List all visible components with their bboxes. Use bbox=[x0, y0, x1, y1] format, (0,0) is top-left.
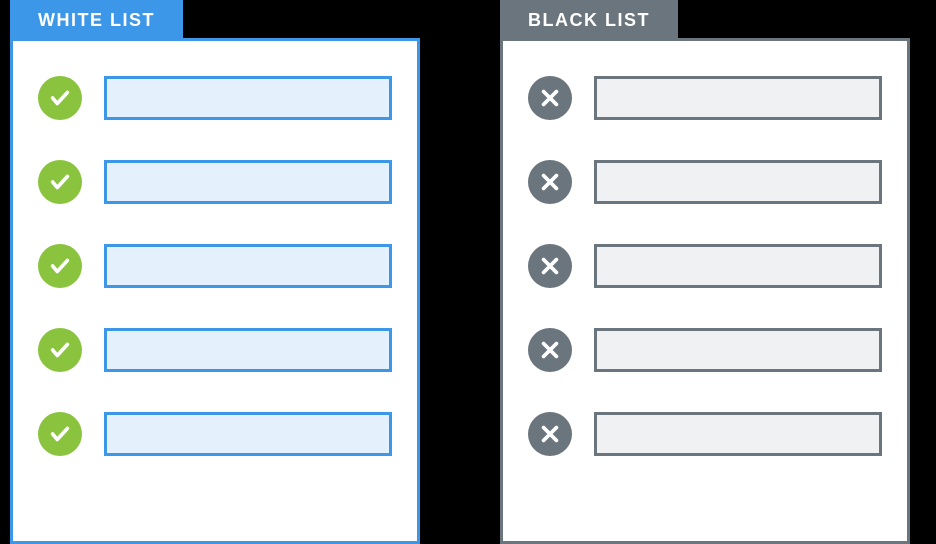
black-list-tab: BLACK LIST bbox=[500, 0, 678, 41]
list-item bbox=[38, 328, 392, 372]
cross-icon bbox=[528, 76, 572, 120]
black-list-card bbox=[500, 38, 910, 544]
list-item bbox=[528, 160, 882, 204]
white-list-panel: WHITE LIST bbox=[10, 0, 420, 544]
entry-slot bbox=[594, 244, 882, 288]
list-item bbox=[528, 412, 882, 456]
cross-icon bbox=[528, 412, 572, 456]
check-icon bbox=[38, 328, 82, 372]
list-item bbox=[528, 244, 882, 288]
list-item bbox=[38, 160, 392, 204]
black-list-title: BLACK LIST bbox=[528, 10, 650, 30]
check-icon bbox=[38, 244, 82, 288]
check-icon bbox=[38, 76, 82, 120]
entry-slot bbox=[594, 76, 882, 120]
white-list-card bbox=[10, 38, 420, 544]
black-list-panel: BLACK LIST bbox=[500, 0, 910, 544]
list-item bbox=[38, 412, 392, 456]
cross-icon bbox=[528, 328, 572, 372]
diagram-container: WHITE LIST bbox=[0, 0, 936, 544]
entry-slot bbox=[594, 160, 882, 204]
entry-slot bbox=[104, 160, 392, 204]
cross-icon bbox=[528, 244, 572, 288]
entry-slot bbox=[104, 412, 392, 456]
cross-icon bbox=[528, 160, 572, 204]
list-item bbox=[528, 76, 882, 120]
white-list-title: WHITE LIST bbox=[38, 10, 155, 30]
entry-slot bbox=[594, 412, 882, 456]
entry-slot bbox=[104, 76, 392, 120]
white-list-tab: WHITE LIST bbox=[10, 0, 183, 41]
list-item bbox=[528, 328, 882, 372]
list-item bbox=[38, 76, 392, 120]
list-item bbox=[38, 244, 392, 288]
check-icon bbox=[38, 160, 82, 204]
check-icon bbox=[38, 412, 82, 456]
entry-slot bbox=[104, 328, 392, 372]
entry-slot bbox=[594, 328, 882, 372]
entry-slot bbox=[104, 244, 392, 288]
